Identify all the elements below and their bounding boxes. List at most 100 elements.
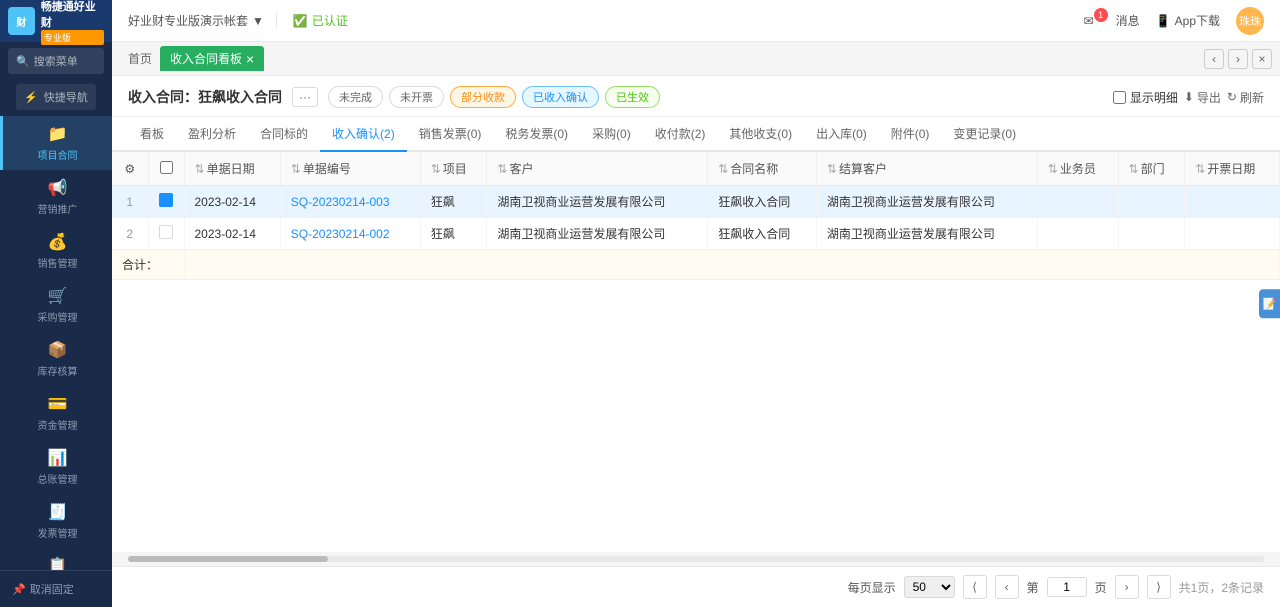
col-header-settings[interactable]: ⚙ <box>112 152 148 186</box>
tab-close-button[interactable]: × <box>246 52 254 66</box>
table-body: 12023-02-14SQ-20230214-003狂飙湖南卫视商业运营发展有限… <box>112 186 1280 250</box>
sidebar-item-fund[interactable]: 💳资金管理 <box>0 386 112 440</box>
message-button[interactable]: ✉ 1 消息 <box>1084 12 1140 29</box>
sidebar: 财 畅捷通好业财 专业版 🔍 搜索菜单 ⚡ 快捷导航 📁项目合同📢营销推广💰销售… <box>0 0 112 607</box>
sidebar-item-project[interactable]: 📁项目合同 <box>0 116 112 170</box>
sub-tab----0-[interactable]: 采购(0) <box>580 117 643 152</box>
row-number[interactable]: SQ-20230214-003 <box>280 186 420 218</box>
nav-prev-button[interactable]: ‹ <box>1204 49 1224 69</box>
scroll-thumb[interactable] <box>128 556 328 562</box>
col-header-department[interactable]: ⇅部门 <box>1118 152 1185 186</box>
row-check[interactable] <box>148 186 184 218</box>
page-number-input[interactable]: 1 <box>1047 577 1087 597</box>
table-row[interactable]: 22023-02-14SQ-20230214-002狂飙湖南卫视商业运营发展有限… <box>112 218 1280 250</box>
sidebar-item-marketing[interactable]: 📢营销推广 <box>0 170 112 224</box>
active-tab[interactable]: 收入合同看板 × <box>160 46 264 71</box>
sort-icon: ⇅ <box>497 162 507 176</box>
col-header-contract_name[interactable]: ⇅合同名称 <box>708 152 817 186</box>
chevron-down-icon: ▼ <box>252 14 264 28</box>
col-header-number[interactable]: ⇅单据编号 <box>280 152 420 186</box>
status-btn-部分收款[interactable]: 部分收款 <box>450 86 516 108</box>
status-btn-已生效[interactable]: 已生效 <box>605 86 660 108</box>
totals-row: 合计： <box>112 250 1280 280</box>
sub-tab------2-[interactable]: 收入确认(2) <box>320 117 407 152</box>
sub-tab------0-[interactable]: 税务发票(0) <box>493 117 580 152</box>
sidebar-item-purchase[interactable]: 🛒采购管理 <box>0 278 112 332</box>
show-detail-input[interactable] <box>1113 91 1126 104</box>
sidebar-item-tax[interactable]: 📋税务管理 <box>0 548 112 570</box>
unpin-button[interactable]: 📌 取消固定 <box>8 577 104 601</box>
sub-tab---[interactable]: 看板 <box>128 117 176 152</box>
last-page-button[interactable]: ⟩ <box>1147 575 1171 599</box>
row-number-link[interactable]: SQ-20230214-003 <box>291 195 390 209</box>
col-header-settle_customer[interactable]: ⇅结算客户 <box>816 152 1037 186</box>
home-tab[interactable]: 首页 <box>120 50 160 67</box>
col-header-check[interactable] <box>148 152 184 186</box>
sidebar-icon-purchase: 🛒 <box>48 286 68 306</box>
row-number-link[interactable]: SQ-20230214-002 <box>291 227 390 241</box>
status-btn-未开票[interactable]: 未开票 <box>389 86 444 108</box>
row-checkbox[interactable] <box>159 225 173 239</box>
sidebar-item-inventory[interactable]: 📦 库存核算 <box>0 332 112 386</box>
sidebar-label-sales: 销售管理 <box>38 255 78 270</box>
sidebar-icon-general: 📊 <box>48 448 68 468</box>
nav-next-button[interactable]: › <box>1228 49 1248 69</box>
refresh-button[interactable]: ↻ 刷新 <box>1227 89 1264 106</box>
sub-tab-----2-[interactable]: 收付款(2) <box>643 117 718 152</box>
col-header-customer[interactable]: ⇅客户 <box>487 152 708 186</box>
sidebar-label-invoice: 发票管理 <box>38 525 78 540</box>
col-header-date[interactable]: ⇅单据日期 <box>184 152 280 186</box>
show-detail-checkbox[interactable]: 显示明细 <box>1113 89 1178 106</box>
check-icon: ✅ <box>293 14 308 28</box>
sidebar-label-inventory: 库存核算 <box>38 363 78 378</box>
search-menu-button[interactable]: 🔍 搜索菜单 <box>8 48 104 74</box>
col-header-invoice_date[interactable]: ⇅开票日期 <box>1185 152 1280 186</box>
user-avatar[interactable]: 珠珠 <box>1236 7 1264 35</box>
status-btn-未完成[interactable]: 未完成 <box>328 86 383 108</box>
table-row[interactable]: 12023-02-14SQ-20230214-003狂飙湖南卫视商业运营发展有限… <box>112 186 1280 218</box>
per-page-select[interactable]: 50 100 200 <box>904 576 955 598</box>
sidebar-item-invoice[interactable]: 🧾发票管理 <box>0 494 112 548</box>
sub-tab------0-[interactable]: 其他收支(0) <box>717 117 804 152</box>
tabs-bar: 首页 收入合同看板 × ‹ › × <box>112 42 1280 76</box>
sidebar-item-sales[interactable]: 💰销售管理 <box>0 224 112 278</box>
row-check[interactable] <box>148 218 184 250</box>
page-label: 第 <box>1027 579 1039 596</box>
sort-icon: ⇅ <box>1129 162 1139 176</box>
sub-tab-----0-[interactable]: 出入库(0) <box>804 117 879 152</box>
company-selector[interactable]: 好业财专业版演示帐套 ▼ <box>128 12 277 29</box>
prev-page-button[interactable]: ‹ <box>995 575 1019 599</box>
quick-nav-button[interactable]: ⚡ 快捷导航 <box>16 84 96 110</box>
row-number[interactable]: SQ-20230214-002 <box>280 218 420 250</box>
row-settle-customer: 湖南卫视商业运营发展有限公司 <box>816 218 1037 250</box>
scroll-bar-area[interactable] <box>112 552 1280 566</box>
pagination: 每页显示 50 100 200 ⟨ ‹ 第 1 页 › ⟩ 共1页，2条记录 <box>112 566 1280 607</box>
status-btn-已收入确认[interactable]: 已收入确认 <box>522 86 599 108</box>
sub-tab------0-[interactable]: 变更记录(0) <box>941 117 1028 152</box>
nav-close-button[interactable]: × <box>1252 49 1272 69</box>
next-page-button[interactable]: › <box>1115 575 1139 599</box>
more-options-button[interactable]: ··· <box>292 87 318 107</box>
sidebar-icon-inventory: 📦 <box>48 340 68 360</box>
export-button[interactable]: ⬇ 导出 <box>1184 89 1221 106</box>
col-header-project[interactable]: ⇅项目 <box>420 152 487 186</box>
row-checkbox[interactable] <box>159 193 173 207</box>
row-date: 2023-02-14 <box>184 186 280 218</box>
sidebar-item-general[interactable]: 📊总账管理 <box>0 440 112 494</box>
app-download-button[interactable]: 📱 App下载 <box>1156 12 1220 29</box>
sub-tab----0-[interactable]: 附件(0) <box>879 117 942 152</box>
table-container[interactable]: ⚙⇅单据日期⇅单据编号⇅项目⇅客户⇅合同名称⇅结算客户⇅业务员⇅部门⇅开票日期 … <box>112 152 1280 552</box>
note-sidebar-button[interactable]: 📝 <box>1259 289 1280 318</box>
first-page-button[interactable]: ⟨ <box>963 575 987 599</box>
tabs-nav: ‹ › × <box>1204 49 1272 69</box>
select-all-checkbox[interactable] <box>160 161 173 174</box>
col-header-salesperson[interactable]: ⇅业务员 <box>1037 152 1118 186</box>
scroll-track[interactable] <box>128 556 1264 562</box>
sub-tab-----[interactable]: 合同标的 <box>248 117 320 152</box>
download-icon: 📱 <box>1156 14 1171 28</box>
sub-tab-----[interactable]: 盈利分析 <box>176 117 248 152</box>
logo-icon: 财 <box>8 7 35 35</box>
row-department <box>1118 186 1185 218</box>
sub-tab------0-[interactable]: 销售发票(0) <box>407 117 494 152</box>
sort-icon: ⇅ <box>195 162 205 176</box>
